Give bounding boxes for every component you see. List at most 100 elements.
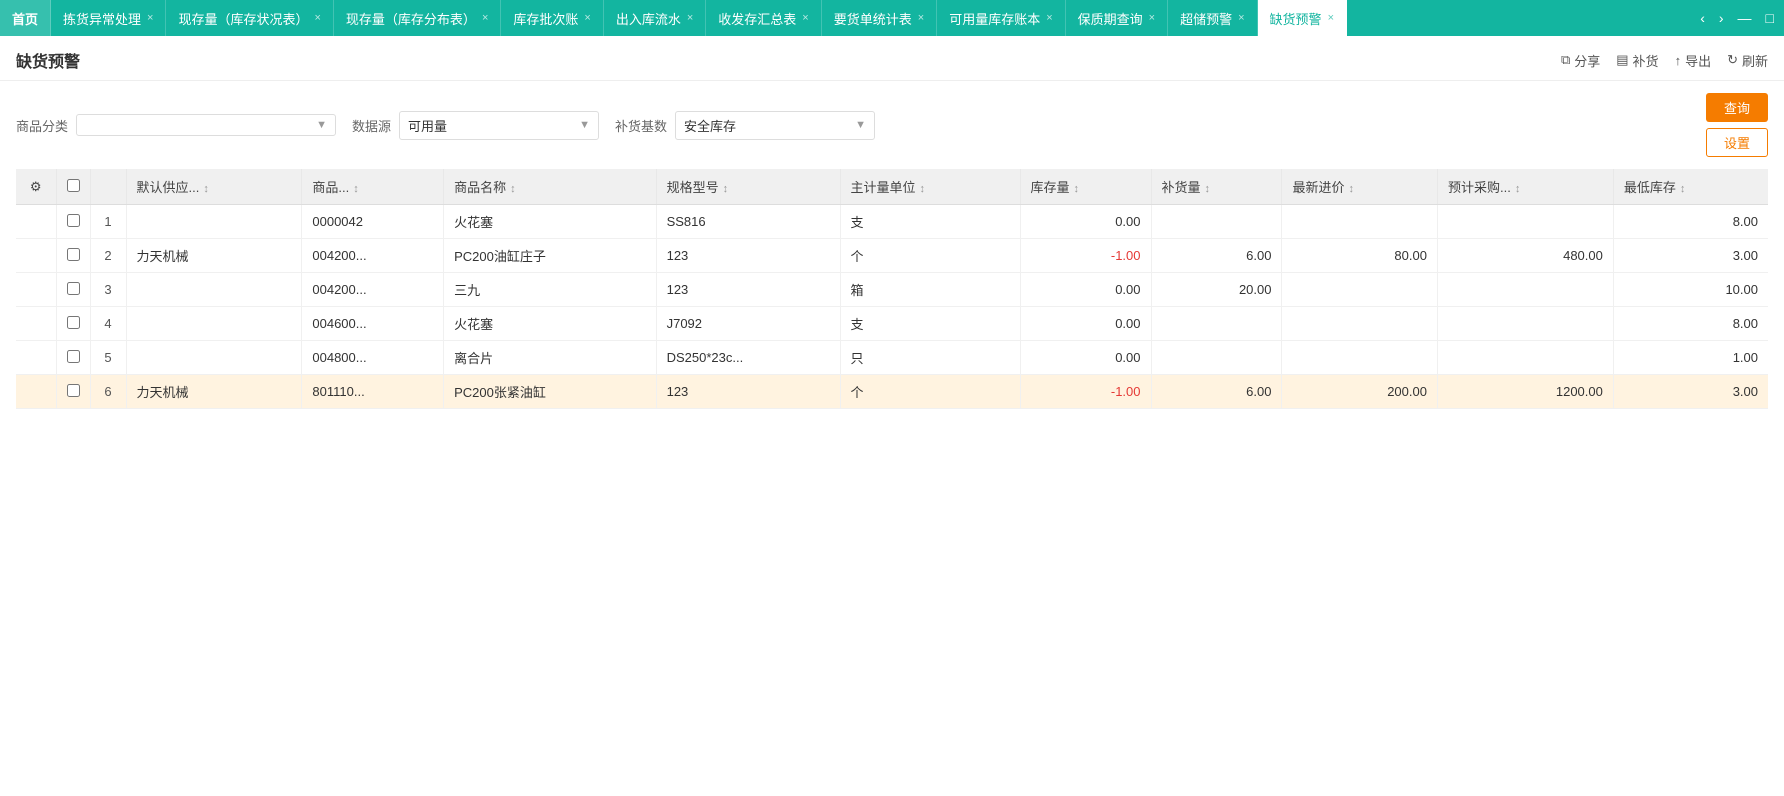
page-title: 缺货预警 — [16, 48, 80, 72]
tab-close-inventory-dist[interactable]: × — [482, 12, 488, 24]
tab-inventory-dist[interactable]: 现存量（库存分布表）× — [334, 0, 501, 36]
tab-demand-stats[interactable]: 要货单统计表× — [822, 0, 937, 36]
cell-rownum-0: 1 — [90, 205, 126, 239]
th-estimated-purchase[interactable]: 预计采购...↕ — [1437, 169, 1613, 205]
th-replenish[interactable]: 补货量↕ — [1151, 169, 1282, 205]
th-supplier[interactable]: 默认供应...↕ — [126, 169, 302, 205]
tab-batch-ledger[interactable]: 库存批次账× — [501, 0, 603, 36]
tab-close-inout-flow[interactable]: × — [687, 12, 693, 24]
cell-goods-code-5: 801110... — [302, 375, 444, 409]
settings-button[interactable]: 设置 — [1706, 128, 1768, 157]
row-checkbox-3[interactable] — [67, 316, 80, 329]
query-button[interactable]: 查询 — [1706, 93, 1768, 122]
tab-expiry[interactable]: 保质期查询 × — [1066, 0, 1168, 36]
supplement-icon: ▤ — [1616, 52, 1628, 68]
latest-price-sort-icon: ↕ — [1349, 183, 1355, 195]
row-checkbox-1[interactable] — [67, 248, 80, 261]
tab-close-inventory-status[interactable]: × — [314, 12, 320, 24]
th-rownum — [90, 169, 126, 205]
th-unit[interactable]: 主计量单位↕ — [840, 169, 1020, 205]
row-checkbox-2[interactable] — [67, 282, 80, 295]
cell-rownum-5: 6 — [90, 375, 126, 409]
select-all-checkbox[interactable] — [67, 179, 80, 192]
datasource-value: 可用量 — [408, 116, 447, 135]
category-label: 商品分类 — [16, 116, 68, 135]
cell-checkbox-3[interactable] — [56, 307, 90, 341]
replenish-select[interactable]: 安全库存 ▼ — [675, 111, 875, 140]
tab-label-expiry: 保质期查询 — [1078, 9, 1143, 28]
tab-inout-flow[interactable]: 出入库流水 × — [604, 0, 706, 36]
th-stock[interactable]: 库存量↕ — [1020, 169, 1151, 205]
tab-close-batch-ledger[interactable]: × — [584, 12, 590, 24]
cell-spec-0: SS816 — [656, 205, 840, 239]
cell-stock-2: 0.00 — [1020, 273, 1151, 307]
tab-inventory-status[interactable]: 现存量（库存状况表）× — [166, 0, 333, 36]
cell-supplier-0 — [126, 205, 302, 239]
tab-prev-button[interactable]: ‹ — [1694, 8, 1711, 28]
tab-available-ledger[interactable]: 可用量库存账本× — [937, 0, 1065, 36]
tab-close-abnormal[interactable]: × — [147, 12, 153, 24]
cell-stock-0: 0.00 — [1020, 205, 1151, 239]
tab-close-overstock[interactable]: × — [1238, 12, 1244, 24]
cell-latest-price-0 — [1282, 205, 1437, 239]
cell-estimated-purchase-5: 1200.00 — [1437, 375, 1613, 409]
share-icon: ⧉ — [1561, 52, 1570, 68]
tab-label-inout-flow: 出入库流水 — [616, 9, 681, 28]
cell-spec-4: DS250*23c... — [656, 341, 840, 375]
th-goods-name[interactable]: 商品名称↕ — [444, 169, 656, 205]
cell-supplier-2 — [126, 273, 302, 307]
row-checkbox-5[interactable] — [67, 384, 80, 397]
cell-goods-code-2: 004200... — [302, 273, 444, 307]
supplement-action[interactable]: ▤ 补货 — [1616, 51, 1658, 70]
cell-estimated-purchase-0 — [1437, 205, 1613, 239]
datasource-select[interactable]: 可用量 ▼ — [399, 111, 599, 140]
cell-goods-code-0: 0000042 — [302, 205, 444, 239]
table-row: 1 0000042 火花塞 SS816 支 0.00 8.00 — [16, 205, 1768, 239]
tab-receive-summary[interactable]: 收发存汇总表× — [706, 0, 821, 36]
refresh-action[interactable]: ↻ 刷新 — [1727, 51, 1768, 70]
tab-home[interactable]: 首页 — [0, 0, 51, 36]
tab-close-receive-summary[interactable]: × — [802, 12, 808, 24]
export-action[interactable]: ↑ 导出 — [1675, 51, 1712, 70]
tab-label-stockout: 缺货预警 — [1270, 9, 1322, 28]
tab-abnormal[interactable]: 拣货异常处理× — [51, 0, 166, 36]
tab-close-stockout[interactable]: × — [1328, 12, 1334, 24]
cell-latest-price-4 — [1282, 341, 1437, 375]
tab-next-button[interactable]: › — [1713, 8, 1730, 28]
row-checkbox-4[interactable] — [67, 350, 80, 363]
table-row: 2 力天机械 004200... PC200油缸庄子 123 个 -1.00 6… — [16, 239, 1768, 273]
datasource-label: 数据源 — [352, 116, 391, 135]
cell-checkbox-0[interactable] — [56, 205, 90, 239]
cell-checkbox-1[interactable] — [56, 239, 90, 273]
tab-stockout[interactable]: 缺货预警 × — [1258, 0, 1347, 36]
th-goods-code[interactable]: 商品...↕ — [302, 169, 444, 205]
tab-nav-buttons: ‹ › — □ — [1694, 8, 1784, 28]
tab-close-demand-stats[interactable]: × — [918, 12, 924, 24]
cell-rownum-4: 5 — [90, 341, 126, 375]
cell-checkbox-5[interactable] — [56, 375, 90, 409]
row-checkbox-0[interactable] — [67, 214, 80, 227]
minimize-button[interactable]: — — [1732, 8, 1758, 28]
maximize-button[interactable]: □ — [1760, 8, 1780, 28]
cell-checkbox-4[interactable] — [56, 341, 90, 375]
cell-supplier-1: 力天机械 — [126, 239, 302, 273]
cell-stock-1: -1.00 — [1020, 239, 1151, 273]
category-select[interactable]: ▼ — [76, 114, 336, 136]
th-min-stock[interactable]: 最低库存↕ — [1613, 169, 1768, 205]
tab-overstock[interactable]: 超储预警× — [1168, 0, 1257, 36]
page-header: 缺货预警 ⧉ 分享 ▤ 补货 ↑ 导出 ↻ 刷新 — [0, 36, 1784, 81]
goods-name-sort-icon: ↕ — [510, 183, 516, 195]
filter-bar: 商品分类 ▼ 数据源 可用量 ▼ 补货基数 安全库存 ▼ 查询 设置 — [0, 81, 1784, 169]
share-action[interactable]: ⧉ 分享 — [1561, 51, 1600, 70]
th-latest-price[interactable]: 最新进价↕ — [1282, 169, 1437, 205]
th-gear[interactable]: ⚙ — [16, 169, 56, 205]
tab-close-expiry[interactable]: × — [1149, 12, 1155, 24]
category-arrow-icon: ▼ — [316, 119, 327, 131]
export-label: 导出 — [1685, 51, 1711, 70]
th-spec[interactable]: 规格型号↕ — [656, 169, 840, 205]
category-filter-group: 商品分类 ▼ — [16, 114, 336, 136]
cell-checkbox-2[interactable] — [56, 273, 90, 307]
supplement-label: 补货 — [1633, 51, 1659, 70]
cell-stock-3: 0.00 — [1020, 307, 1151, 341]
tab-close-available-ledger[interactable]: × — [1046, 12, 1052, 24]
